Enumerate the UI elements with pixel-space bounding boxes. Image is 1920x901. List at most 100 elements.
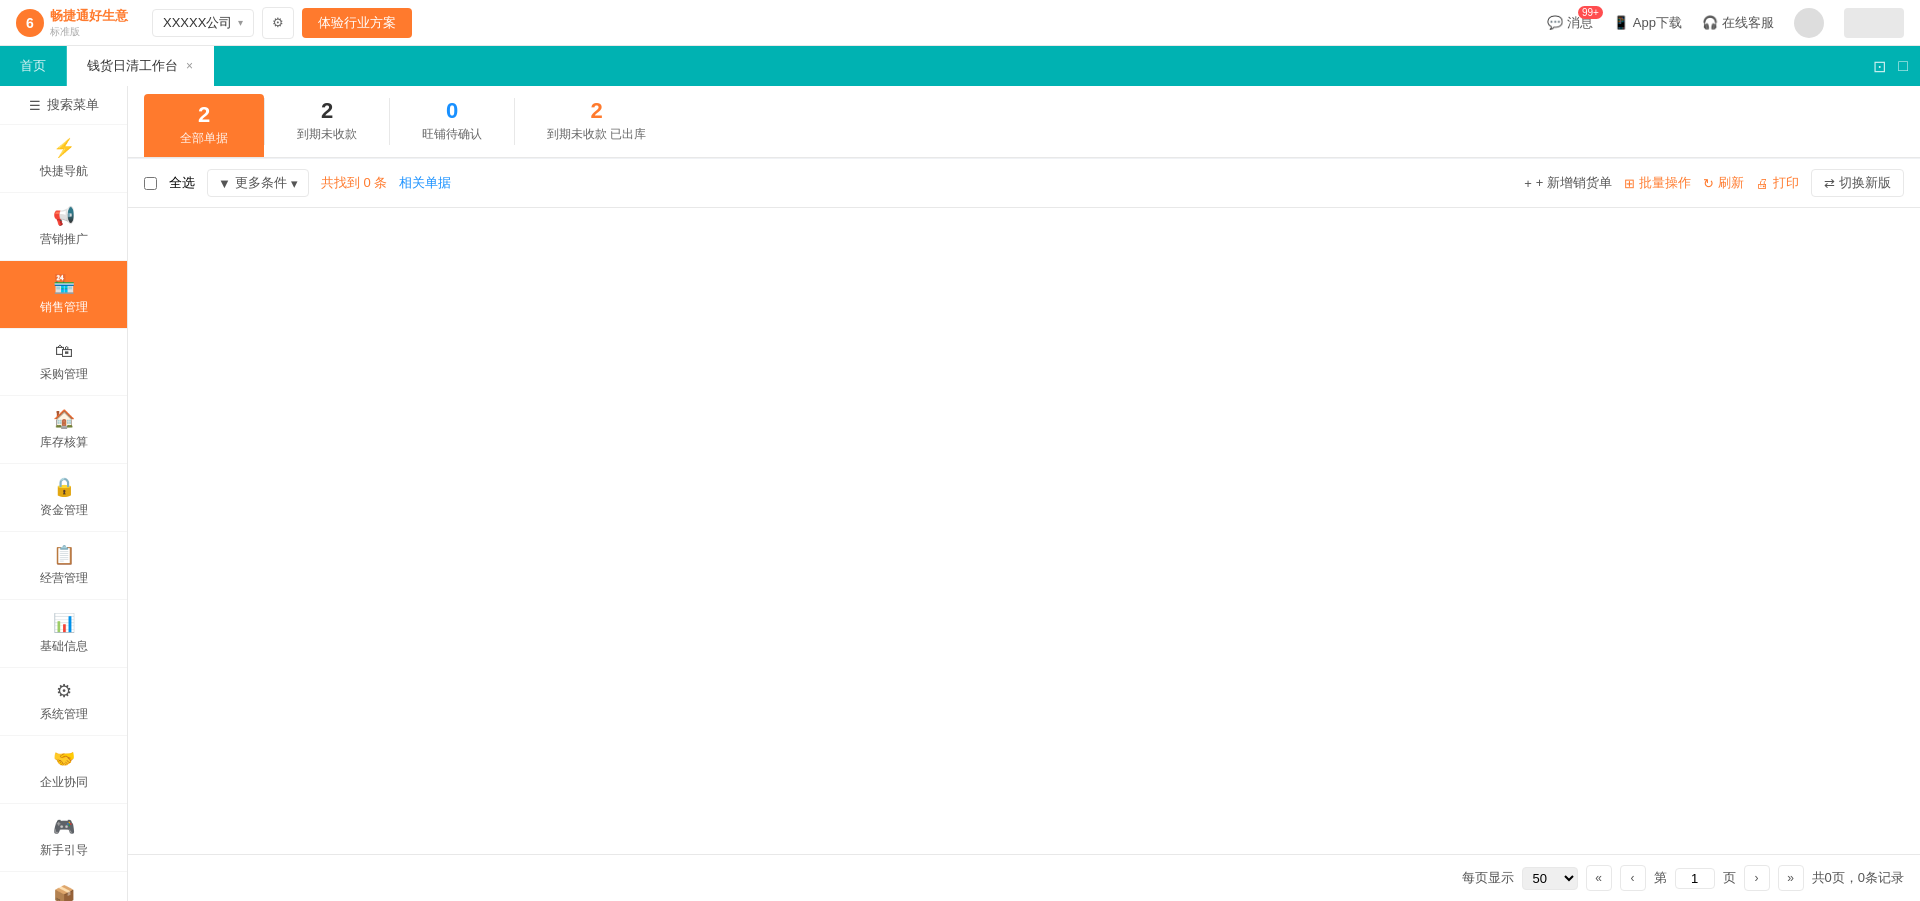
sidebar-item-search-menu[interactable]: ☰ 搜索菜单 xyxy=(0,86,127,125)
stat-number-all: 2 xyxy=(198,102,210,128)
stat-number-overdue: 2 xyxy=(321,98,333,124)
new-order-button[interactable]: + + 新增销货单 xyxy=(1524,174,1612,192)
table-area xyxy=(128,208,1920,854)
sidebar-item-label-search: 搜索菜单 xyxy=(47,96,99,114)
next-page-button[interactable]: › xyxy=(1744,865,1770,891)
main-layout: ☰ 搜索菜单 ⚡ 快捷导航 📢 营销推广 🏪 销售管理 🛍 采购管理 🏠 库存核… xyxy=(0,86,1920,901)
sidebar-item-label-sales: 销售管理 xyxy=(40,299,88,316)
funds-icon: 🔒 xyxy=(53,476,75,498)
sidebar-item-label-funds: 资金管理 xyxy=(40,502,88,519)
filter-chevron-icon: ▾ xyxy=(291,176,298,191)
sidebar-item-label-operations: 经营管理 xyxy=(40,570,88,587)
found-number: 0 xyxy=(364,175,371,190)
stat-tab-overdue-out[interactable]: 2 到期未收款 已出库 xyxy=(515,86,678,157)
sidebar-item-operations[interactable]: 📋 经营管理 xyxy=(0,532,127,600)
sidebar-item-label-guide: 新手引导 xyxy=(40,842,88,859)
tab-restore-icon[interactable]: ⊡ xyxy=(1873,57,1886,76)
guide-icon: 🎮 xyxy=(53,816,75,838)
app-name: 畅捷通好生意 xyxy=(50,7,128,25)
tab-home-label: 首页 xyxy=(20,57,46,75)
stat-label-overdue-out: 到期未收款 已出库 xyxy=(547,126,646,143)
cooperation-icon: 🤝 xyxy=(53,748,75,770)
tab-bar-right: ⊡ □ xyxy=(1873,57,1920,76)
message-badge: 99+ xyxy=(1578,6,1603,19)
refresh-icon: ↻ xyxy=(1703,176,1714,191)
marketing-icon: 📢 xyxy=(53,205,75,227)
app-download-label: App下载 xyxy=(1633,14,1682,32)
stat-tab-all[interactable]: 2 全部单据 xyxy=(144,94,264,157)
print-button[interactable]: 🖨 打印 xyxy=(1756,174,1799,192)
switch-version-button[interactable]: ⇄ 切换新版 xyxy=(1811,169,1904,197)
operations-icon: 📋 xyxy=(53,544,75,566)
prev-page-button[interactable]: ‹ xyxy=(1620,865,1646,891)
sidebar-item-quick-nav[interactable]: ⚡ 快捷导航 xyxy=(0,125,127,193)
switch-label: 切换新版 xyxy=(1839,174,1891,192)
total-records-label: 共0页，0条记录 xyxy=(1812,869,1904,887)
top-header: 6 畅捷通好生意 标准版 XXXXX公司 ▾ ⚙ 体验行业方案 💬 消息 99+… xyxy=(0,0,1920,46)
new-order-label: + 新增销货单 xyxy=(1536,174,1612,192)
purchase-icon: 🛍 xyxy=(55,341,73,362)
sidebar-item-label-purchase: 采购管理 xyxy=(40,366,88,383)
filter-button[interactable]: ▼ 更多条件 ▾ xyxy=(207,169,309,197)
found-count-text: 共找到 0 条 xyxy=(321,174,387,192)
sidebar-item-label-marketing: 营销推广 xyxy=(40,231,88,248)
basic-info-icon: 📊 xyxy=(53,612,75,634)
per-page-select[interactable]: 50 100 200 xyxy=(1522,867,1578,890)
refresh-button[interactable]: ↻ 刷新 xyxy=(1703,174,1744,192)
stats-tabs: 2 全部单据 2 到期未收款 0 旺铺待确认 2 到期未收款 已出库 xyxy=(128,86,1920,158)
trial-button[interactable]: 体验行业方案 xyxy=(302,8,412,38)
found-prefix: 共找到 xyxy=(321,175,360,190)
sidebar-item-cooperation[interactable]: 🤝 企业协同 xyxy=(0,736,127,804)
sales-icon: 🏪 xyxy=(53,273,75,295)
batch-icon: ⊞ xyxy=(1624,176,1635,191)
company-name: XXXXX公司 xyxy=(163,14,232,32)
online-service-button[interactable]: 🎧 在线客服 xyxy=(1702,14,1774,32)
first-page-button[interactable]: « xyxy=(1586,865,1612,891)
stat-tab-overdue[interactable]: 2 到期未收款 xyxy=(265,86,389,157)
sidebar-item-system[interactable]: ⚙ 系统管理 xyxy=(0,668,127,736)
download-icon: 📱 xyxy=(1613,15,1629,30)
tab-close-icon[interactable]: × xyxy=(186,59,193,73)
last-page-button[interactable]: » xyxy=(1778,865,1804,891)
tab-workbench-label: 钱货日清工作台 xyxy=(87,57,178,75)
toolbar-right: + + 新增销货单 ⊞ 批量操作 ↻ 刷新 🖨 打印 ⇄ 切换新版 xyxy=(1524,169,1904,197)
stat-label-pending: 旺铺待确认 xyxy=(422,126,482,143)
service-icon: 🎧 xyxy=(1702,15,1718,30)
app-edition: 标准版 xyxy=(50,25,80,39)
system-icon: ⚙ xyxy=(56,680,72,702)
stat-tab-pending[interactable]: 0 旺铺待确认 xyxy=(390,86,514,157)
stat-label-all: 全部单据 xyxy=(180,130,228,147)
tab-home[interactable]: 首页 xyxy=(0,46,67,86)
select-all-checkbox[interactable] xyxy=(144,177,157,190)
app-download-button[interactable]: 📱 App下载 xyxy=(1613,14,1682,32)
sidebar-item-guide[interactable]: 🎮 新手引导 xyxy=(0,804,127,872)
sidebar-item-funds[interactable]: 🔒 资金管理 xyxy=(0,464,127,532)
sidebar-item-label-inventory: 库存核算 xyxy=(40,434,88,451)
online-service-label: 在线客服 xyxy=(1722,14,1774,32)
sidebar-item-inventory[interactable]: 🏠 库存核算 xyxy=(0,396,127,464)
user-name-area[interactable] xyxy=(1844,8,1904,38)
message-button[interactable]: 💬 消息 99+ xyxy=(1547,14,1593,32)
toolbar: 全选 ▼ 更多条件 ▾ 共找到 0 条 相关单据 + + 新增销货单 ⊞ 批量操… xyxy=(128,159,1920,208)
switch-icon: ⇄ xyxy=(1824,176,1835,191)
logo-icon: 6 xyxy=(16,9,44,37)
sidebar-item-sales[interactable]: 🏪 销售管理 xyxy=(0,261,127,329)
sidebar-item-basic-info[interactable]: 📊 基础信息 xyxy=(0,600,127,668)
logo-wrap: 畅捷通好生意 标准版 xyxy=(50,7,128,39)
tab-maximize-icon[interactable]: □ xyxy=(1898,57,1908,75)
settings-button[interactable]: ⚙ xyxy=(262,7,294,39)
related-orders-link[interactable]: 相关单据 xyxy=(399,174,451,192)
sidebar-item-marketing[interactable]: 📢 营销推广 xyxy=(0,193,127,261)
tab-workbench[interactable]: 钱货日清工作台 × xyxy=(67,46,214,86)
sidebar-item-purchase[interactable]: 🛍 采购管理 xyxy=(0,329,127,396)
header-right: 💬 消息 99+ 📱 App下载 🎧 在线客服 xyxy=(1547,8,1904,38)
batch-operation-button[interactable]: ⊞ 批量操作 xyxy=(1624,174,1691,192)
filter-icon: ▼ xyxy=(218,176,231,191)
page-input[interactable]: 1 xyxy=(1675,868,1715,889)
company-selector[interactable]: XXXXX公司 ▾ xyxy=(152,9,254,37)
found-unit: 条 xyxy=(374,175,387,190)
avatar[interactable] xyxy=(1794,8,1824,38)
stat-number-overdue-out: 2 xyxy=(591,98,603,124)
plus-icon: + xyxy=(1524,176,1532,191)
sidebar-item-app-center[interactable]: 📦 应用中心 xyxy=(0,872,127,901)
